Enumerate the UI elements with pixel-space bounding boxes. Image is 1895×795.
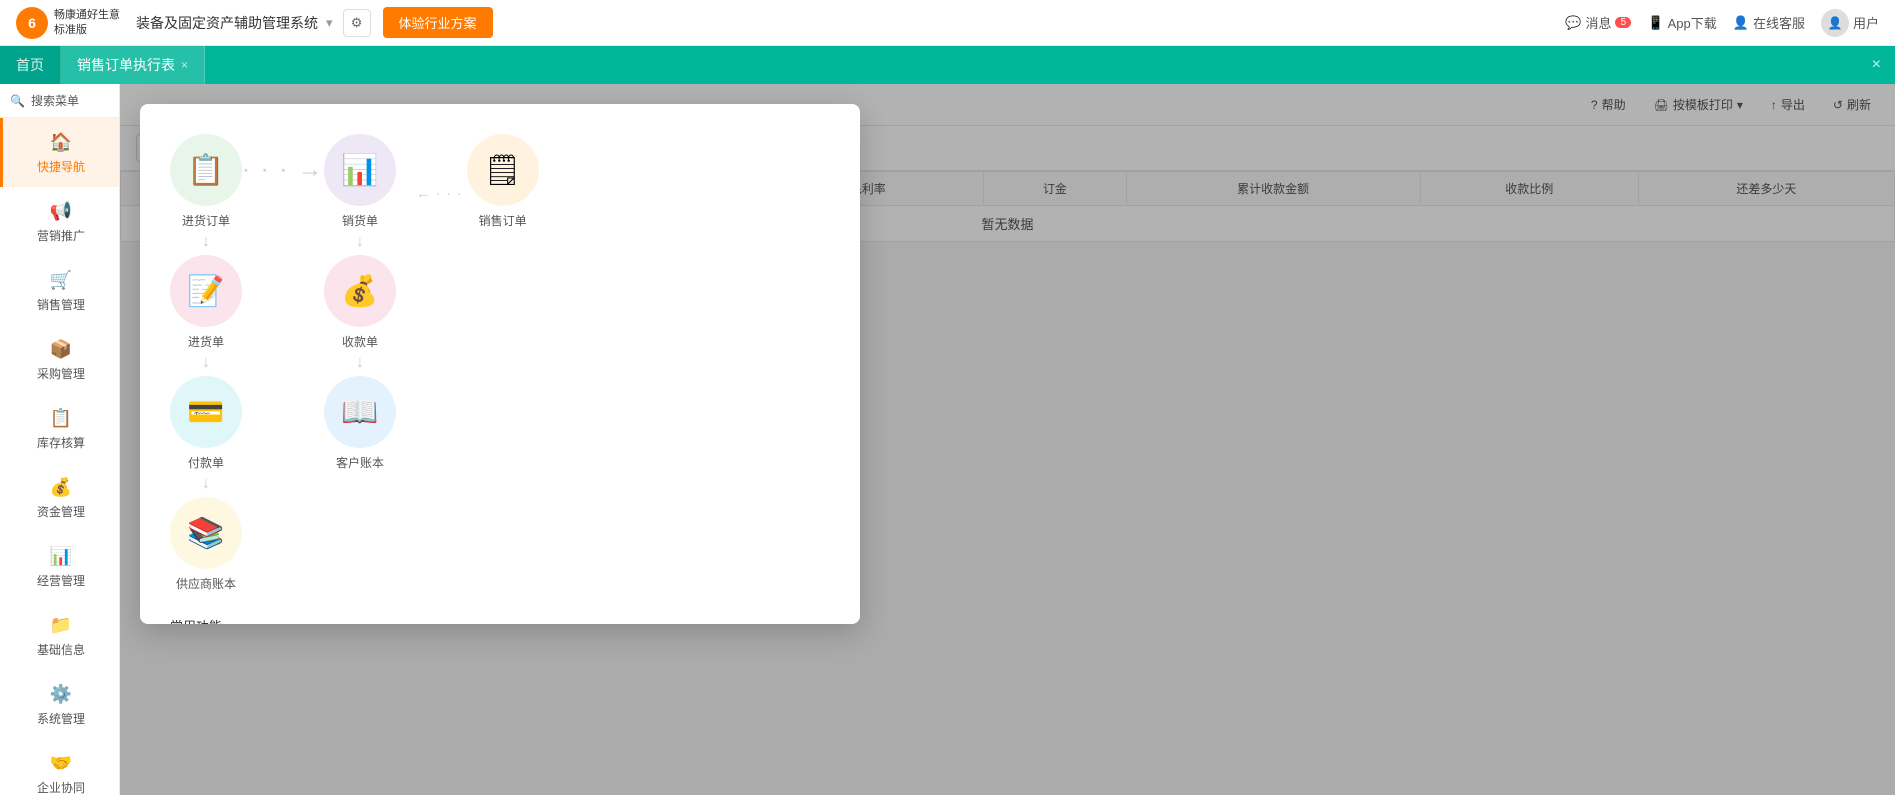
purchase-icon: 📝 [170, 255, 242, 327]
sidebar-item-3[interactable]: 📦采购管理 [0, 325, 119, 394]
tab-sales-order[interactable]: 销售订单执行表 × [61, 46, 205, 84]
search-menu-button[interactable]: 🔍 搜索菜单 [0, 84, 119, 118]
purchase-order-icon: 📋 [170, 134, 242, 206]
tab-bar-close-icon[interactable]: × [1858, 56, 1895, 74]
tab-bar: 首页 销售订单执行表 × × [0, 46, 1895, 84]
sales-order-label: 销售订单 [479, 212, 527, 229]
sidebar-item-4[interactable]: 📋库存核算 [0, 394, 119, 463]
customer-ledger-label: 客户账本 [336, 454, 384, 471]
content-area: ? 帮助 🖨 按模板打印 ▾ ↑ 导出 ↺ 刷新 📅 单据状态 [120, 84, 1895, 795]
user-menu[interactable]: 👤 用户 [1821, 9, 1879, 37]
sidebar-icon-9: 🤝 [49, 751, 73, 775]
sidebar-item-8[interactable]: ⚙️系统管理 [0, 670, 119, 739]
flow-node-purchase: 📝 进货单 [170, 255, 242, 350]
sidebar-item-2[interactable]: 🛒销售管理 [0, 256, 119, 325]
payment-icon: 💳 [170, 376, 242, 448]
common-functions: 常用功能 商品往来单位现存量(库存状况表)现存量(库存分布表)销售毛利分析表商品… [170, 616, 830, 624]
sales-flow-col: 📊 销货单 ↓ 💰 收款单 ↓ 📖 [324, 134, 396, 471]
h-arrow-1: · · · → [242, 134, 324, 184]
sidebar-icon-7: 📁 [49, 613, 73, 637]
modal-box: 📋 进货订单 ↓ 📝 进货单 ↓ 💳 付款单 [140, 104, 860, 624]
sidebar-icon-6: 📊 [49, 544, 73, 568]
flow-node-payment: 💳 付款单 [170, 376, 242, 471]
flow-diagram: 📋 进货订单 ↓ 📝 进货单 ↓ 💳 付款单 [170, 134, 830, 592]
arrow-down-1: ↓ [202, 233, 210, 251]
flow-node-sales-order: 🗒 销售订单 [467, 134, 539, 229]
sidebar-icon-0: 🏠 [49, 130, 73, 154]
purchase-order-label: 进货订单 [182, 212, 230, 229]
flow-node-supplier-ledger: 📚 供应商账本 [170, 497, 242, 592]
avatar: 👤 [1821, 9, 1849, 37]
header-right: 💬 消息 5 📱 App下载 👤 在线客服 👤 用户 [1565, 9, 1879, 37]
flow-node-customer-ledger: 📖 客户账本 [324, 376, 396, 471]
modal-overlay[interactable]: 📋 进货订单 ↓ 📝 进货单 ↓ 💳 付款单 [120, 84, 1895, 795]
sidebar-icon-2: 🛒 [49, 268, 73, 292]
sidebar-icon-5: 💰 [49, 475, 73, 499]
purchase-label: 进货单 [188, 333, 224, 350]
sales-icon: 📊 [324, 134, 396, 206]
search-icon: 🔍 [10, 94, 25, 108]
modal-content: 📋 进货订单 ↓ 📝 进货单 ↓ 💳 付款单 [140, 104, 860, 624]
receipt-label: 收款单 [342, 333, 378, 350]
sidebar-item-1[interactable]: 📢营销推广 [0, 187, 119, 256]
system-title: 装备及固定资产辅助管理系统 ▾ ⚙ 体验行业方案 [136, 7, 1565, 38]
payment-label: 付款单 [188, 454, 224, 471]
message-badge: 5 [1615, 17, 1631, 28]
receipt-icon: 💰 [324, 255, 396, 327]
sidebar-icon-4: 📋 [49, 406, 73, 430]
tab-home[interactable]: 首页 [0, 46, 61, 84]
tab-close-icon[interactable]: × [181, 58, 188, 72]
right-flow-section: 📊 销货单 ↓ 💰 收款单 ↓ 📖 [324, 134, 539, 471]
main-layout: 🔍 搜索菜单 🏠快捷导航📢营销推广🛒销售管理📦采购管理📋库存核算💰资金管理📊经营… [0, 84, 1895, 795]
common-func-title: 常用功能 [170, 616, 830, 624]
sidebar-item-9[interactable]: 🤝企业协同 [0, 739, 119, 795]
settings-icon[interactable]: ⚙ [343, 9, 371, 37]
trial-button[interactable]: 体验行业方案 [383, 7, 493, 38]
arrow-down-4: ↓ [356, 233, 364, 251]
sales-order-section: ← · · · 🗒 销售订单 [396, 134, 539, 229]
brand-text: 畅康通好生意 标准版 [54, 8, 120, 37]
sidebar-item-6[interactable]: 📊经营管理 [0, 532, 119, 601]
sidebar-icon-3: 📦 [49, 337, 73, 361]
message-button[interactable]: 💬 消息 5 [1565, 13, 1631, 32]
flow-node-sales: 📊 销货单 [324, 134, 396, 229]
flow-node-purchase-order: 📋 进货订单 [170, 134, 242, 229]
system-name: 装备及固定资产辅助管理系统 [136, 13, 318, 33]
sales-label: 销货单 [342, 212, 378, 229]
supplier-ledger-icon: 📚 [170, 497, 242, 569]
sidebar-icon-8: ⚙️ [49, 682, 73, 706]
flow-node-receipt: 💰 收款单 [324, 255, 396, 350]
arrow-down-2: ↓ [202, 354, 210, 372]
message-icon: 💬 [1565, 15, 1581, 31]
sales-order-icon: 🗒 [467, 134, 539, 206]
top-header: 6 畅康通好生意 标准版 装备及固定资产辅助管理系统 ▾ ⚙ 体验行业方案 💬 … [0, 0, 1895, 46]
arrow-down-5: ↓ [356, 354, 364, 372]
sidebar-icon-1: 📢 [49, 199, 73, 223]
app-download-button[interactable]: 📱 App下载 [1647, 13, 1716, 32]
arrow-down-3: ↓ [202, 475, 210, 493]
app-logo-icon: 6 [16, 7, 48, 39]
sidebar-item-5[interactable]: 💰资金管理 [0, 463, 119, 532]
supplier-ledger-label: 供应商账本 [176, 575, 236, 592]
sales-order-to-sales: ← · · · 🗒 销售订单 [416, 134, 539, 229]
sidebar: 🔍 搜索菜单 🏠快捷导航📢营销推广🛒销售管理📦采购管理📋库存核算💰资金管理📊经营… [0, 84, 120, 795]
download-icon: 📱 [1647, 15, 1663, 31]
service-icon: 👤 [1733, 15, 1749, 31]
customer-ledger-icon: 📖 [324, 376, 396, 448]
sidebar-item-0[interactable]: 🏠快捷导航 [0, 118, 119, 187]
sidebar-item-7[interactable]: 📁基础信息 [0, 601, 119, 670]
online-service-button[interactable]: 👤 在线客服 [1733, 13, 1805, 32]
left-flow-col: 📋 进货订单 ↓ 📝 进货单 ↓ 💳 付款单 [170, 134, 242, 592]
dropdown-arrow-icon[interactable]: ▾ [326, 15, 333, 31]
logo-area: 6 畅康通好生意 标准版 [16, 7, 136, 39]
